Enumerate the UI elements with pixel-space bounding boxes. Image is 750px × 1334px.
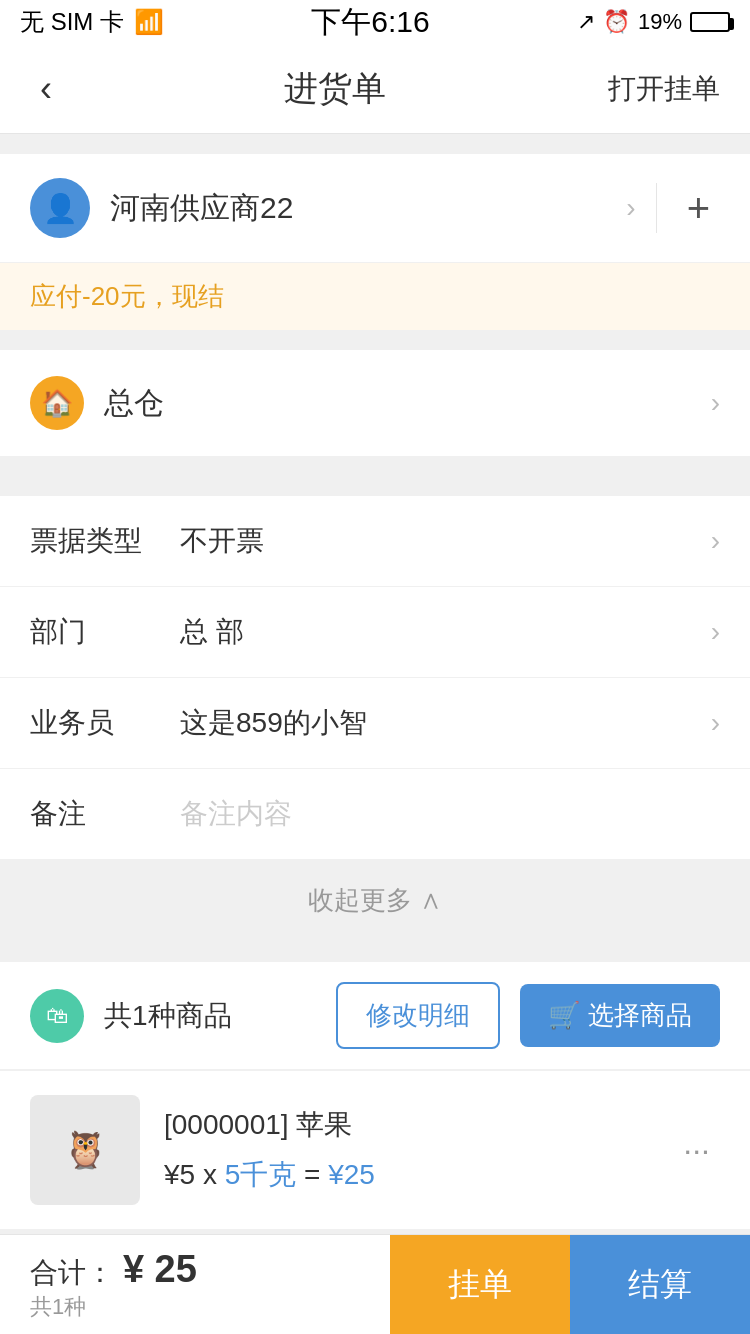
product-name: [0000001] 苹果 [164, 1106, 673, 1144]
main-content: 👤 河南供应商22 › + 应付-20元，现结 🏠 总仓 › 票据类型 不开票 … [0, 134, 750, 1329]
owl-logo: 🦉 [63, 1129, 108, 1171]
collapse-button[interactable]: 收起更多 ∧ [0, 859, 750, 942]
salesperson-label: 业务员 [30, 704, 170, 742]
supplier-arrow-icon: › [626, 192, 635, 224]
invoice-arrow-icon: › [711, 525, 720, 557]
open-pending-button[interactable]: 打开挂单 [608, 70, 720, 108]
bag-icon: 🛍 [46, 1003, 68, 1029]
department-arrow-icon: › [711, 616, 720, 648]
battery-percent: 19% [638, 9, 682, 35]
location-icon: ↗ [577, 9, 595, 35]
warehouse-section: 🏠 总仓 › [0, 350, 750, 456]
avatar-icon: 👤 [43, 192, 78, 225]
products-icon: 🛍 [30, 989, 84, 1043]
invoice-type-value: 不开票 [170, 522, 701, 560]
salesperson-arrow-icon: › [711, 707, 720, 739]
status-right: ↗ ⏰ 19% [577, 9, 730, 35]
supplier-row[interactable]: 👤 河南供应商22 › + [0, 154, 750, 263]
status-carrier: 无 SIM 卡 📶 [20, 6, 164, 38]
department-label: 部门 [30, 613, 170, 651]
department-row[interactable]: 部门 总 部 › [0, 587, 750, 678]
salesperson-value: 这是859的小智 [170, 704, 701, 742]
page-title: 进货单 [284, 66, 386, 112]
products-header: 🛍 共1种商品 修改明细 🛒 选择商品 [0, 962, 750, 1069]
status-bar: 无 SIM 卡 📶 下午6:16 ↗ ⏰ 19% [0, 0, 750, 44]
product-item: 🦉 [0000001] 苹果 ¥5 x 5千克 = ¥25 ··· [0, 1071, 750, 1229]
invoice-type-label: 票据类型 [30, 522, 170, 560]
edit-detail-button[interactable]: 修改明细 [336, 982, 500, 1049]
wifi-icon: 📶 [134, 8, 164, 36]
product-code: [0000001] [164, 1109, 296, 1140]
quantity: 5千克 [225, 1159, 297, 1190]
total-count: 共1种 [30, 1292, 360, 1322]
products-count: 共1种商品 [104, 997, 316, 1035]
warehouse-name: 总仓 [104, 383, 701, 424]
total-section: 合计： ¥ 25 共1种 [0, 1248, 390, 1322]
total-amount: 合计： ¥ 25 [30, 1248, 360, 1292]
warehouse-row[interactable]: 🏠 总仓 › [0, 350, 750, 456]
supplier-section: 👤 河南供应商22 › + 应付-20元，现结 [0, 154, 750, 330]
supplier-notice: 应付-20元，现结 [0, 263, 750, 330]
product-price: ¥5 x 5千克 = ¥25 [164, 1156, 673, 1194]
remark-row[interactable]: 备注 备注内容 [0, 769, 750, 859]
divider [656, 183, 657, 233]
form-section: 票据类型 不开票 › 部门 总 部 › 业务员 这是859的小智 › 备注 备注… [0, 496, 750, 859]
total-value: ¥ 25 [123, 1248, 197, 1290]
warehouse-symbol: 🏠 [41, 388, 73, 419]
supplier-name: 河南供应商22 [110, 188, 616, 229]
hang-order-button[interactable]: 挂单 [390, 1235, 570, 1335]
equals-sign: = [304, 1159, 328, 1190]
checkout-button[interactable]: 结算 [570, 1235, 750, 1335]
back-button[interactable]: ‹ [30, 58, 62, 120]
alarm-icon: ⏰ [603, 9, 630, 35]
warehouse-arrow-icon: › [711, 387, 720, 419]
total-price: ¥25 [328, 1159, 375, 1190]
invoice-type-row[interactable]: 票据类型 不开票 › [0, 496, 750, 587]
add-button[interactable]: + [677, 186, 720, 231]
warehouse-icon: 🏠 [30, 376, 84, 430]
product-more-button[interactable]: ··· [673, 1122, 720, 1179]
select-product-button[interactable]: 🛒 选择商品 [520, 984, 720, 1047]
cart-icon: 🛒 [548, 1000, 580, 1031]
product-info: [0000001] 苹果 ¥5 x 5千克 = ¥25 [164, 1106, 673, 1194]
battery-icon [690, 12, 730, 32]
product-thumbnail: 🦉 [30, 1095, 140, 1205]
remark-placeholder: 备注内容 [170, 795, 720, 833]
product-title: 苹果 [296, 1109, 352, 1140]
salesperson-row[interactable]: 业务员 这是859的小智 › [0, 678, 750, 769]
nav-bar: ‹ 进货单 打开挂单 [0, 44, 750, 134]
total-label: 合计： [30, 1257, 114, 1288]
bottom-bar: 合计： ¥ 25 共1种 挂单 结算 [0, 1234, 750, 1334]
department-value: 总 部 [170, 613, 701, 651]
supplier-avatar: 👤 [30, 178, 90, 238]
status-time: 下午6:16 [311, 2, 429, 43]
unit-price: ¥5 x [164, 1159, 225, 1190]
remark-label: 备注 [30, 795, 170, 833]
